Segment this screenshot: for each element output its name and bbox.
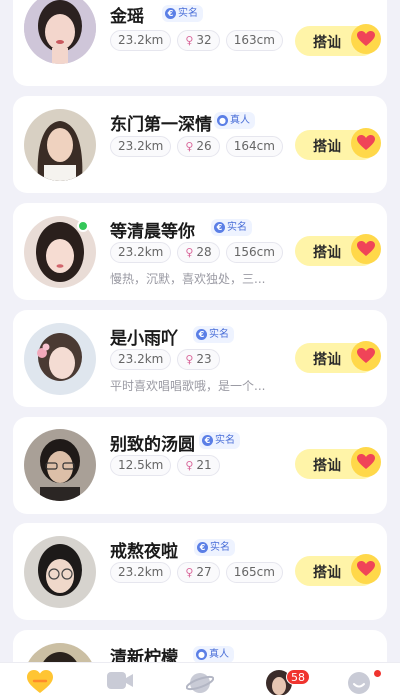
chat-up-button[interactable]: 搭讪: [295, 128, 381, 160]
height-tag: 156cm: [225, 242, 283, 263]
tag-row: 12.5km ♀ 21: [110, 455, 220, 476]
distance-tag: 23.2km: [110, 30, 172, 51]
user-card[interactable]: 金瑶 € 实名 23.2km ♀ 32 163cm 搭讪: [13, 0, 387, 86]
age-tag: ♀ 28: [177, 242, 220, 263]
tab-home[interactable]: [20, 669, 60, 695]
verify-badge: € 实名: [199, 432, 240, 449]
user-card[interactable]: 东门第一深情 ● 真人 23.2km ♀ 26 164cm 搭讪: [13, 96, 387, 193]
verify-badge: € 实名: [162, 5, 203, 22]
real-person-icon: ●: [196, 649, 207, 660]
certified-icon: €: [214, 222, 225, 233]
avatar-photo: [24, 109, 96, 181]
distance-tag: 23.2km: [110, 349, 172, 370]
chat-up-label: 搭讪: [313, 139, 341, 155]
distance-tag: 12.5km: [110, 455, 172, 476]
verify-badge: ● 真人: [193, 646, 234, 663]
female-symbol-icon: ♀: [185, 566, 194, 579]
tab-profile[interactable]: [339, 669, 379, 695]
tag-row: 23.2km ♀ 23: [110, 349, 220, 370]
female-symbol-icon: ♀: [185, 459, 194, 472]
age-tag: ♀ 27: [177, 562, 220, 583]
heart-icon: [351, 554, 381, 584]
user-name: 东门第一深情: [110, 115, 212, 135]
tab-video[interactable]: [100, 669, 140, 695]
heart-icon: [351, 128, 381, 158]
user-card[interactable]: 别致的汤圆 € 实名 12.5km ♀ 21 搭讪: [13, 417, 387, 514]
user-card[interactable]: 戒熬夜啦 € 实名 23.2km ♀ 27 165cm 搭讪: [13, 523, 387, 620]
female-symbol-icon: ♀: [185, 34, 194, 47]
avatar-photo: [24, 429, 96, 501]
female-symbol-icon: ♀: [185, 140, 194, 153]
profile-icon: [348, 672, 370, 694]
video-camera-icon: [107, 672, 133, 689]
chat-up-label: 搭讪: [313, 458, 341, 474]
avatar[interactable]: [24, 109, 96, 181]
height-tag: 165cm: [225, 562, 283, 583]
height-tag: 164cm: [225, 136, 283, 157]
profile-notification-dot: [374, 670, 381, 677]
user-bio: 平时喜欢唱唱歌哦，是一个...: [110, 379, 266, 393]
chat-up-button[interactable]: 搭讪: [295, 341, 381, 373]
bottom-tab-bar: [0, 662, 400, 695]
avatar-photo: [24, 536, 96, 608]
chat-up-label: 搭讪: [313, 352, 341, 368]
user-name: 戒熬夜啦: [110, 542, 178, 562]
avatar-photo: [24, 0, 96, 64]
distance-tag: 23.2km: [110, 562, 172, 583]
distance-tag: 23.2km: [110, 242, 172, 263]
chat-up-button[interactable]: 搭讪: [295, 24, 381, 56]
age-tag: ♀ 26: [177, 136, 220, 157]
age-tag: ♀ 23: [177, 349, 220, 370]
heart-home-icon: [27, 670, 53, 693]
avatar[interactable]: [24, 0, 96, 64]
chat-up-button[interactable]: 搭讪: [295, 447, 381, 479]
user-name: 别致的汤圆: [110, 435, 195, 455]
heart-icon: [351, 447, 381, 477]
distance-tag: 23.2km: [110, 136, 172, 157]
tag-row: 23.2km ♀ 28 156cm: [110, 242, 283, 263]
planet-icon: [186, 673, 214, 693]
certified-icon: €: [165, 8, 176, 19]
unread-count-badge: 58: [286, 669, 310, 685]
tag-row: 23.2km ♀ 26 164cm: [110, 136, 283, 157]
certified-icon: €: [197, 542, 208, 553]
avatar[interactable]: [24, 323, 96, 395]
user-name: 金瑶: [110, 7, 144, 27]
female-symbol-icon: ♀: [185, 353, 194, 366]
tab-discover[interactable]: [180, 669, 220, 695]
chat-up-label: 搭讪: [313, 245, 341, 261]
user-card[interactable]: 是小雨吖 € 实名 23.2km ♀ 23 平时喜欢唱唱歌哦，是一个... 搭讪: [13, 310, 387, 407]
heart-icon: [351, 341, 381, 371]
verify-badge: € 实名: [211, 219, 252, 236]
user-name: 等清晨等你: [110, 222, 195, 242]
avatar[interactable]: [24, 429, 96, 501]
tag-row: 23.2km ♀ 27 165cm: [110, 562, 283, 583]
age-tag: ♀ 21: [177, 455, 220, 476]
tag-row: 23.2km ♀ 32 163cm: [110, 30, 283, 51]
chat-up-label: 搭讪: [313, 565, 341, 581]
heart-icon: [351, 234, 381, 264]
user-bio: 慢热，沉默，喜欢独处，三...: [110, 272, 266, 286]
online-status-dot: [77, 220, 89, 232]
certified-icon: €: [202, 435, 213, 446]
verify-badge: € 实名: [193, 326, 234, 343]
verify-badge: ● 真人: [214, 112, 255, 129]
age-tag: ♀ 32: [177, 30, 220, 51]
heart-icon: [351, 24, 381, 54]
real-person-icon: ●: [217, 115, 228, 126]
user-card[interactable]: 等清晨等你 € 实名 23.2km ♀ 28 156cm 慢热，沉默，喜欢独处，三…: [13, 203, 387, 300]
certified-icon: €: [196, 329, 207, 340]
chat-up-button[interactable]: 搭讪: [295, 234, 381, 266]
female-symbol-icon: ♀: [185, 246, 194, 259]
chat-up-button[interactable]: 搭讪: [295, 554, 381, 586]
avatar[interactable]: [24, 536, 96, 608]
user-name: 是小雨吖: [110, 329, 178, 349]
height-tag: 163cm: [225, 30, 283, 51]
verify-badge: € 实名: [194, 539, 235, 556]
chat-up-label: 搭讪: [313, 35, 341, 51]
avatar-photo: [24, 323, 96, 395]
